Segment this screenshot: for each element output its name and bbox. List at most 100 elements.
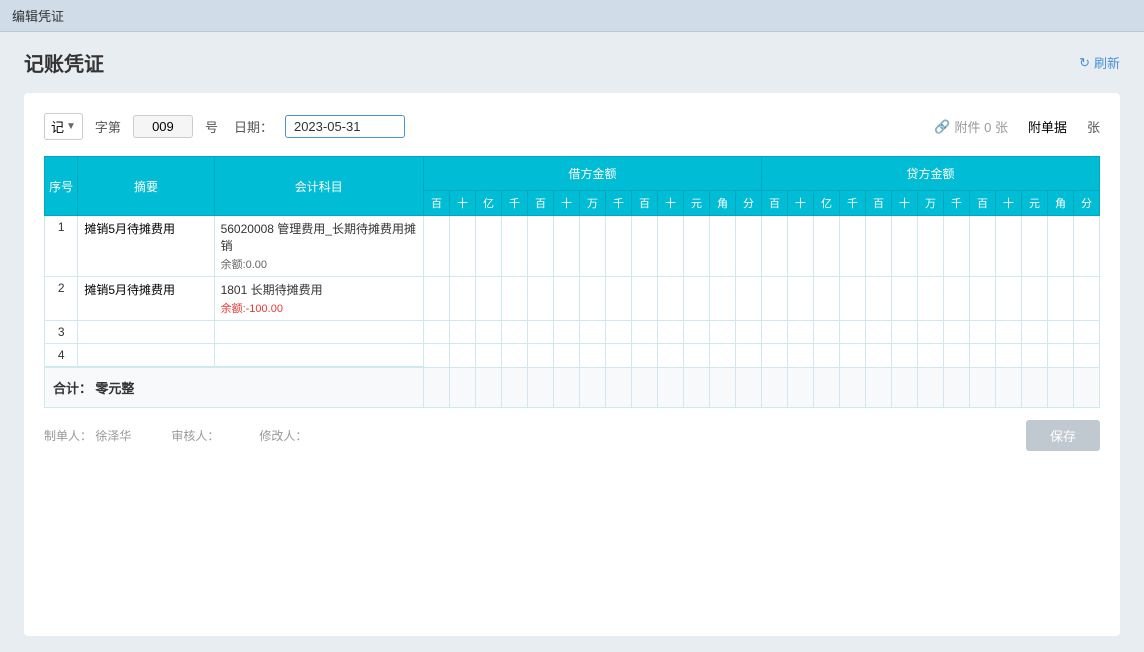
row3-credit-d8[interactable] bbox=[943, 321, 969, 344]
row-account-2[interactable]: 1801 长期待摊费用余额:-100.00 bbox=[214, 277, 423, 321]
row4-debit-d9[interactable] bbox=[631, 344, 657, 368]
row-account-3[interactable] bbox=[214, 321, 423, 344]
row1-credit-d12[interactable] bbox=[1047, 216, 1073, 277]
row1-debit-d6[interactable] bbox=[553, 216, 579, 277]
row4-credit-d5[interactable] bbox=[865, 344, 891, 368]
row1-debit-d5[interactable] bbox=[527, 216, 553, 277]
row2-debit-d7[interactable] bbox=[579, 277, 605, 321]
row3-credit-d10[interactable] bbox=[995, 321, 1021, 344]
row3-credit-d2[interactable] bbox=[787, 321, 813, 344]
row3-credit-d5[interactable] bbox=[865, 321, 891, 344]
row4-credit-d2[interactable] bbox=[787, 344, 813, 368]
row3-debit-d3[interactable] bbox=[475, 321, 501, 344]
row2-debit-d11[interactable] bbox=[683, 277, 709, 321]
row4-debit-d3[interactable] bbox=[475, 344, 501, 368]
row4-debit-d1[interactable] bbox=[423, 344, 449, 368]
row4-credit-d1[interactable] bbox=[761, 344, 787, 368]
voucher-number-input[interactable] bbox=[133, 115, 193, 138]
row2-credit-d3[interactable] bbox=[813, 277, 839, 321]
row-summary-2[interactable]: 摊销5月待摊费用 bbox=[78, 277, 214, 321]
row4-credit-d9[interactable] bbox=[969, 344, 995, 368]
row2-credit-d4[interactable] bbox=[839, 277, 865, 321]
row3-credit-d7[interactable] bbox=[917, 321, 943, 344]
row4-debit-d10[interactable] bbox=[657, 344, 683, 368]
row2-debit-d9[interactable] bbox=[631, 277, 657, 321]
row3-credit-d12[interactable] bbox=[1047, 321, 1073, 344]
row1-debit-d2[interactable] bbox=[449, 216, 475, 277]
row4-credit-d6[interactable] bbox=[891, 344, 917, 368]
refresh-button[interactable]: ↻ 刷新 bbox=[1079, 53, 1120, 72]
row1-credit-d6[interactable] bbox=[891, 216, 917, 277]
row2-debit-d13[interactable] bbox=[735, 277, 761, 321]
row3-debit-d4[interactable] bbox=[501, 321, 527, 344]
table-row[interactable]: 2摊销5月待摊费用1801 长期待摊费用余额:-100.00 bbox=[45, 277, 1100, 321]
row3-credit-d4[interactable] bbox=[839, 321, 865, 344]
row3-credit-d6[interactable] bbox=[891, 321, 917, 344]
row1-debit-d9[interactable] bbox=[631, 216, 657, 277]
row2-debit-d4[interactable] bbox=[501, 277, 527, 321]
row3-credit-d1[interactable] bbox=[761, 321, 787, 344]
row2-credit-d1[interactable] bbox=[761, 277, 787, 321]
row4-debit-d11[interactable] bbox=[683, 344, 709, 368]
row1-debit-d3[interactable] bbox=[475, 216, 501, 277]
row1-debit-d10[interactable] bbox=[657, 216, 683, 277]
row1-credit-d11[interactable] bbox=[1021, 216, 1047, 277]
row3-debit-d5[interactable] bbox=[527, 321, 553, 344]
row2-credit-d9[interactable] bbox=[969, 277, 995, 321]
row1-credit-d3[interactable] bbox=[813, 216, 839, 277]
row4-debit-d4[interactable] bbox=[501, 344, 527, 368]
row2-credit-d11[interactable] bbox=[1021, 277, 1047, 321]
row3-debit-d6[interactable] bbox=[553, 321, 579, 344]
row2-debit-d12[interactable] bbox=[709, 277, 735, 321]
row1-credit-d2[interactable] bbox=[787, 216, 813, 277]
row4-credit-d13[interactable] bbox=[1073, 344, 1099, 368]
row3-debit-d11[interactable] bbox=[683, 321, 709, 344]
row2-credit-d2[interactable] bbox=[787, 277, 813, 321]
row-account-1[interactable]: 56020008 管理费用_长期待摊费用摊销余额:0.00 bbox=[214, 216, 423, 277]
row2-debit-d2[interactable] bbox=[449, 277, 475, 321]
row4-credit-d7[interactable] bbox=[917, 344, 943, 368]
row1-debit-d1[interactable] bbox=[423, 216, 449, 277]
row1-debit-d8[interactable] bbox=[605, 216, 631, 277]
row3-debit-d8[interactable] bbox=[605, 321, 631, 344]
row4-debit-d13[interactable] bbox=[735, 344, 761, 368]
row1-credit-d9[interactable] bbox=[969, 216, 995, 277]
row1-debit-d4[interactable] bbox=[501, 216, 527, 277]
row2-debit-d8[interactable] bbox=[605, 277, 631, 321]
row1-credit-d7[interactable] bbox=[917, 216, 943, 277]
row4-debit-d2[interactable] bbox=[449, 344, 475, 368]
row2-debit-d10[interactable] bbox=[657, 277, 683, 321]
row2-credit-d10[interactable] bbox=[995, 277, 1021, 321]
row2-credit-d5[interactable] bbox=[865, 277, 891, 321]
save-button[interactable]: 保存 bbox=[1026, 420, 1100, 451]
row1-credit-d13[interactable] bbox=[1073, 216, 1099, 277]
row-account-4[interactable] bbox=[214, 344, 423, 368]
row2-credit-d12[interactable] bbox=[1047, 277, 1073, 321]
row3-debit-d9[interactable] bbox=[631, 321, 657, 344]
row4-credit-d8[interactable] bbox=[943, 344, 969, 368]
row1-debit-d7[interactable] bbox=[579, 216, 605, 277]
row2-credit-d8[interactable] bbox=[943, 277, 969, 321]
row3-debit-d2[interactable] bbox=[449, 321, 475, 344]
row2-credit-d13[interactable] bbox=[1073, 277, 1099, 321]
row3-debit-d1[interactable] bbox=[423, 321, 449, 344]
row2-credit-d7[interactable] bbox=[917, 277, 943, 321]
row1-debit-d12[interactable] bbox=[709, 216, 735, 277]
row1-credit-d1[interactable] bbox=[761, 216, 787, 277]
row3-debit-d7[interactable] bbox=[579, 321, 605, 344]
row4-credit-d11[interactable] bbox=[1021, 344, 1047, 368]
row-summary-1[interactable]: 摊销5月待摊费用 bbox=[78, 216, 214, 277]
table-row[interactable]: 1摊销5月待摊费用56020008 管理费用_长期待摊费用摊销余额:0.00 bbox=[45, 216, 1100, 277]
row1-credit-d5[interactable] bbox=[865, 216, 891, 277]
table-row[interactable]: 4 bbox=[45, 344, 1100, 368]
row3-credit-d11[interactable] bbox=[1021, 321, 1047, 344]
row3-debit-d12[interactable] bbox=[709, 321, 735, 344]
row4-debit-d6[interactable] bbox=[553, 344, 579, 368]
row2-debit-d3[interactable] bbox=[475, 277, 501, 321]
row3-credit-d13[interactable] bbox=[1073, 321, 1099, 344]
row1-credit-d4[interactable] bbox=[839, 216, 865, 277]
row3-credit-d9[interactable] bbox=[969, 321, 995, 344]
row2-debit-d5[interactable] bbox=[527, 277, 553, 321]
row4-debit-d7[interactable] bbox=[579, 344, 605, 368]
row4-credit-d10[interactable] bbox=[995, 344, 1021, 368]
